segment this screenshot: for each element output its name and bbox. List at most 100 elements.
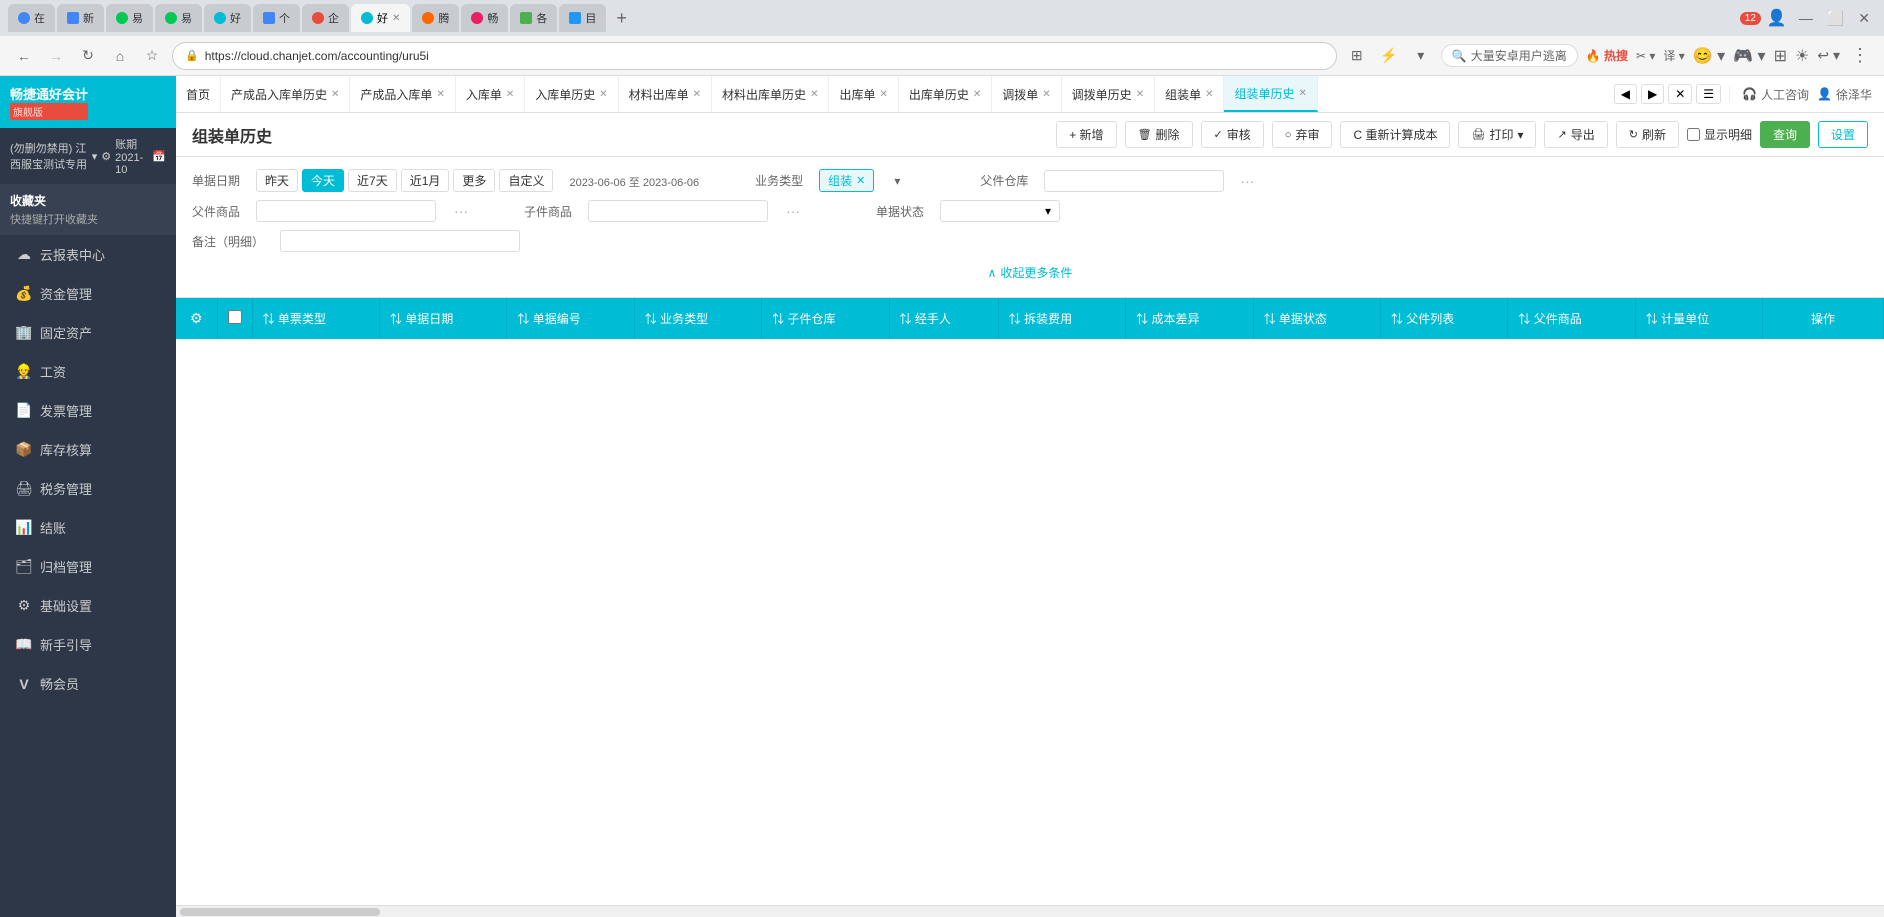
- browser-tab-12[interactable]: 目: [559, 4, 606, 32]
- refresh-button[interactable]: ↻ 刷新: [1616, 121, 1679, 148]
- customer-service[interactable]: 🎧 人工咨询: [1742, 86, 1809, 103]
- tab-transfer-history[interactable]: 调拨单历史 ✕: [1062, 76, 1155, 112]
- browser-tab-5[interactable]: 好: [204, 4, 251, 32]
- sidebar-item-cloud-reports[interactable]: ☁ 云报表中心: [0, 235, 176, 274]
- sidebar-item-tax[interactable]: 🖨 税务管理: [0, 469, 176, 508]
- print-button[interactable]: 🖨 打印 ▾: [1458, 121, 1536, 148]
- menu-button[interactable]: ⋮: [1848, 44, 1872, 68]
- parent-goods-more[interactable]: ···: [454, 203, 468, 219]
- query-button[interactable]: 查询: [1760, 121, 1810, 148]
- browser-tab-1[interactable]: 在: [8, 4, 55, 32]
- company-selector[interactable]: (勿删勿禁用) 江西服宝测试专用 ▾ ⚙ 账期 2021-10 📅: [0, 128, 176, 184]
- tab-transfer[interactable]: 调拨单 ✕: [992, 76, 1061, 112]
- window-maximize[interactable]: ⬜: [1821, 10, 1850, 27]
- home-button[interactable]: ⌂: [108, 44, 132, 68]
- 7days-btn[interactable]: 近7天: [348, 169, 397, 192]
- parent-goods-col[interactable]: ⇅ 父件商品: [1508, 298, 1635, 339]
- new-tab-button[interactable]: +: [608, 8, 635, 29]
- bill-type-col[interactable]: ⇅ 单票类型: [252, 298, 379, 339]
- bill-status-col[interactable]: ⇅ 单据状态: [1253, 298, 1380, 339]
- tab-home[interactable]: 首页: [176, 76, 221, 112]
- more-btn[interactable]: 更多: [453, 169, 495, 192]
- business-type-dropdown[interactable]: ▾: [890, 172, 904, 190]
- back-button[interactable]: ←: [12, 44, 36, 68]
- tab-product-in-history[interactable]: 产成品入库单历史 ✕: [221, 76, 350, 112]
- abandon-button[interactable]: ○ 弃审: [1272, 121, 1333, 148]
- tab-out-history[interactable]: 出库单历史 ✕: [899, 76, 992, 112]
- favorites-hint[interactable]: 快捷键打开收藏夹: [10, 211, 166, 227]
- forward-button[interactable]: →: [44, 44, 68, 68]
- bookmark-button[interactable]: ☆: [140, 44, 164, 68]
- child-warehouse-col[interactable]: ⇅ 子件仓库: [762, 298, 889, 339]
- tab-material-out-history[interactable]: 材料出库单历史 ✕: [712, 76, 829, 112]
- user-avatar[interactable]: 👤 徐泽华: [1817, 86, 1872, 103]
- window-minimize[interactable]: —: [1793, 10, 1819, 26]
- cut-tool[interactable]: ✂ ▾: [1636, 49, 1655, 63]
- qr-button[interactable]: ⊞: [1345, 44, 1369, 68]
- sidebar-item-settings[interactable]: ⚙ 基础设置: [0, 586, 176, 625]
- browser-tab-10[interactable]: 畅: [461, 4, 508, 32]
- tab-in-history[interactable]: 入库单历史 ✕: [525, 76, 618, 112]
- sidebar-item-fixed-assets[interactable]: 🏢 固定资产: [0, 313, 176, 352]
- sidebar-item-member[interactable]: V 畅会员: [0, 664, 176, 703]
- bill-no-col[interactable]: ⇅ 单据编号: [507, 298, 634, 339]
- tag-close-icon[interactable]: ✕: [856, 174, 865, 187]
- custom-btn[interactable]: 自定义: [499, 169, 553, 192]
- tab-in-order[interactable]: 入库单 ✕: [456, 76, 525, 112]
- parent-warehouse-more[interactable]: ···: [1240, 173, 1254, 189]
- reload-button[interactable]: ↻: [76, 44, 100, 68]
- bill-date-col[interactable]: ⇅ 单据日期: [379, 298, 506, 339]
- browser-tab-4[interactable]: 易: [155, 4, 202, 32]
- add-button[interactable]: + 新增: [1056, 121, 1116, 148]
- browser-tab-2[interactable]: 新: [57, 4, 104, 32]
- translate-tool[interactable]: 译 ▾: [1663, 47, 1684, 64]
- tab-assembly-history[interactable]: 组装单历史 ✕: [1224, 76, 1317, 112]
- more-tabs[interactable]: ☰: [1696, 84, 1721, 104]
- disassembly-cost-col[interactable]: ⇅ 拆装费用: [998, 298, 1125, 339]
- settings-col[interactable]: ⚙: [176, 298, 217, 339]
- checkbox-col[interactable]: [217, 298, 252, 339]
- search-bar[interactable]: 🔍 大量安卓用户逃离: [1441, 44, 1578, 67]
- 1month-btn[interactable]: 近1月: [401, 169, 450, 192]
- tabs-scroll-right[interactable]: ▶: [1641, 84, 1664, 104]
- address-bar[interactable]: 🔒 https://cloud.chanjet.com/accounting/u…: [172, 42, 1337, 70]
- tab-product-in[interactable]: 产成品入库单 ✕: [350, 76, 455, 112]
- sidebar-item-payroll[interactable]: 👷 工资: [0, 352, 176, 391]
- bill-status-select[interactable]: ▾: [940, 200, 1060, 222]
- window-close[interactable]: ✕: [1852, 10, 1876, 27]
- sun-tool[interactable]: ☀: [1795, 46, 1809, 66]
- tab-assembly[interactable]: 组装单 ✕: [1155, 76, 1224, 112]
- sidebar-item-guide[interactable]: 📖 新手引导: [0, 625, 176, 664]
- child-goods-more[interactable]: ···: [786, 203, 800, 219]
- parent-list-col[interactable]: ⇅ 父件列表: [1380, 298, 1507, 339]
- emoji-tool[interactable]: 😊 ▾: [1693, 46, 1725, 66]
- game-tool[interactable]: 🎮 ▾: [1733, 46, 1765, 66]
- browser-tab-active[interactable]: 好 ✕: [351, 4, 410, 32]
- close-all-tabs[interactable]: ✕: [1668, 84, 1692, 104]
- export-button[interactable]: ↗ 导出: [1544, 121, 1607, 148]
- lightning-button[interactable]: ⚡: [1377, 44, 1401, 68]
- tab-material-out[interactable]: 材料出库单 ✕: [619, 76, 712, 112]
- approve-button[interactable]: ✓ 审核: [1201, 121, 1264, 148]
- browser-tab-9[interactable]: 腾: [412, 4, 459, 32]
- horizontal-scrollbar[interactable]: [176, 905, 1884, 917]
- browser-tab-6[interactable]: 个: [253, 4, 300, 32]
- browser-tab-3[interactable]: 易: [106, 4, 153, 32]
- filter-settings-button[interactable]: 设置: [1818, 121, 1868, 148]
- yesterday-btn[interactable]: 昨天: [256, 169, 298, 192]
- undo-tool[interactable]: ↩ ▾: [1817, 47, 1840, 64]
- business-type-col[interactable]: ⇅ 业务类型: [634, 298, 761, 339]
- parent-warehouse-input[interactable]: [1044, 170, 1224, 192]
- tabs-scroll-left[interactable]: ◀: [1614, 84, 1637, 104]
- recalc-button[interactable]: C 重新计算成本: [1340, 121, 1450, 148]
- child-goods-input[interactable]: [588, 200, 768, 222]
- show-detail-checkbox[interactable]: 显示明细: [1687, 126, 1752, 143]
- browser-tab-11[interactable]: 各: [510, 4, 557, 32]
- handler-col[interactable]: ⇅ 经手人: [889, 298, 998, 339]
- unit-col[interactable]: ⇅ 计量单位: [1635, 298, 1762, 339]
- sidebar-item-finance[interactable]: 💰 资金管理: [0, 274, 176, 313]
- sidebar-item-settlement[interactable]: 📊 结账: [0, 508, 176, 547]
- sidebar-item-inventory[interactable]: 📦 库存核算: [0, 430, 176, 469]
- parent-goods-input[interactable]: [256, 200, 436, 222]
- grid-tool[interactable]: ⊞: [1774, 46, 1787, 66]
